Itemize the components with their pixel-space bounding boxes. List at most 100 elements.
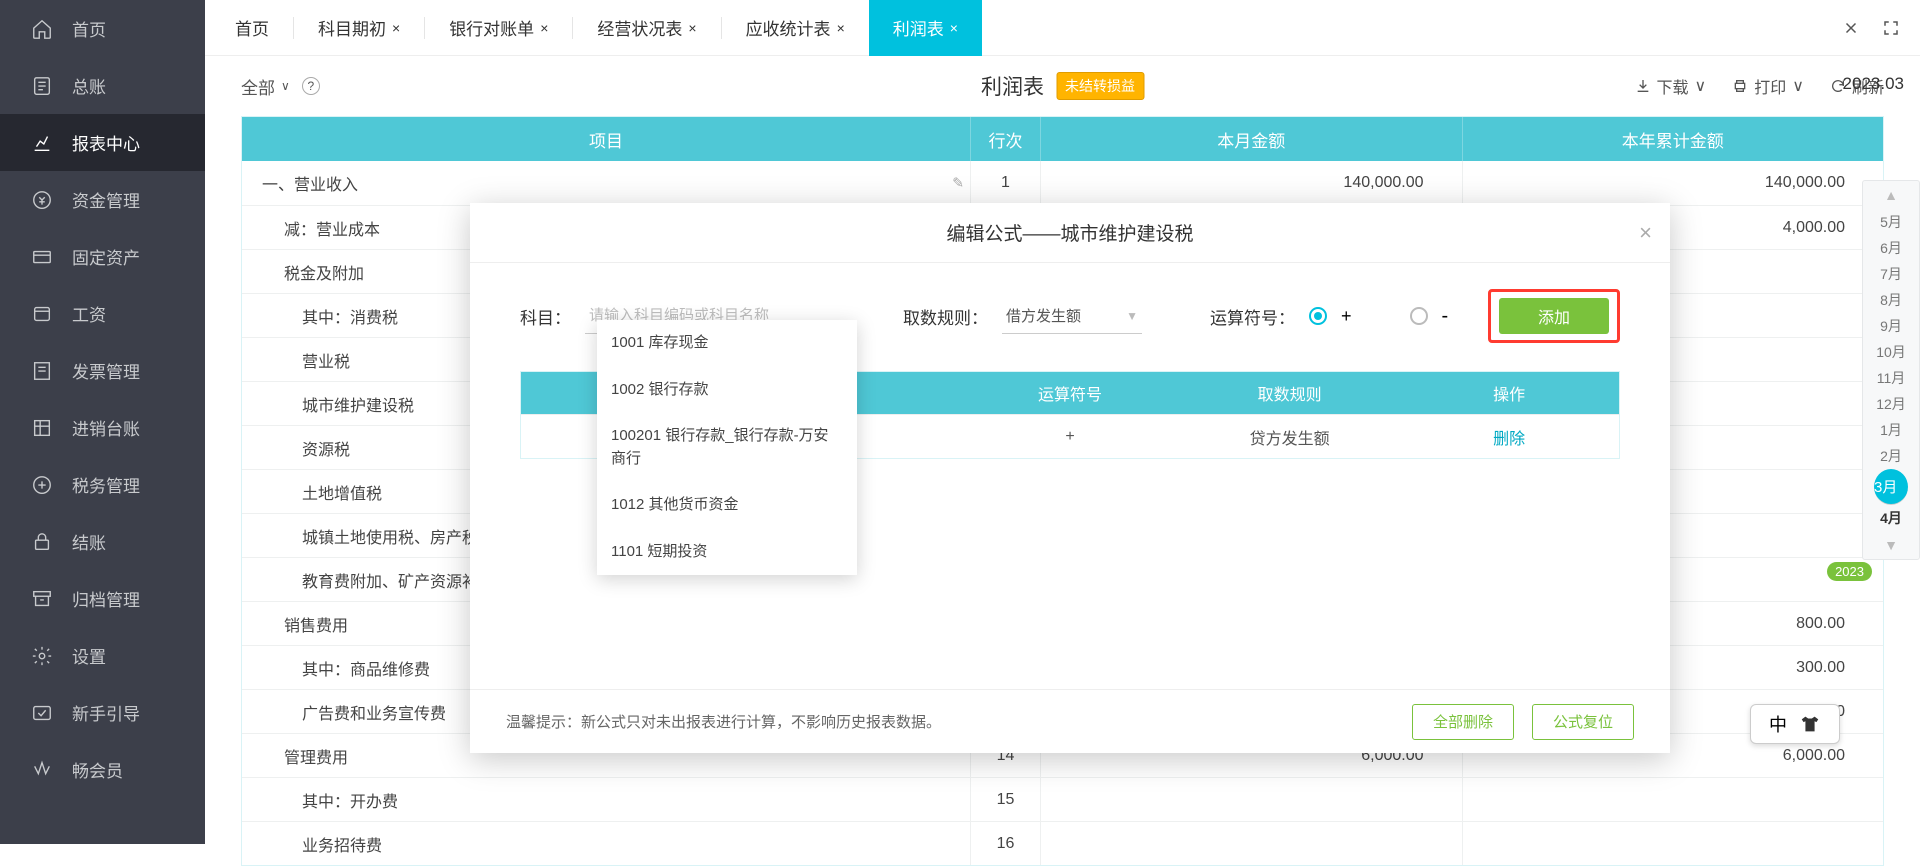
dropdown-option[interactable]: 1101 短期投资 [597,529,857,576]
month-option[interactable]: 10月 [1874,339,1908,365]
vip-icon [30,758,54,782]
add-button[interactable]: 添加 [1499,298,1609,334]
cell-year: 140,000.00 [1462,161,1884,205]
table-header: 项目 行次 本月金额 本年累计金额 [242,117,1883,161]
ime-indicator[interactable]: 中 [1750,704,1840,744]
modal-close-button[interactable]: × [1639,220,1652,246]
scroll-down-icon[interactable]: ▼ [1884,537,1898,553]
delete-link[interactable]: 删除 [1399,415,1619,458]
nav-assets[interactable]: 固定资产 [0,228,205,285]
shirt-icon [1799,713,1821,735]
nav-label: 结账 [72,529,106,554]
delete-all-button[interactable]: 全部删除 [1412,704,1514,740]
stock-icon [30,416,54,440]
cell-month: 140,000.00 [1040,161,1462,205]
nav-stock[interactable]: 进销台账 [0,399,205,456]
scroll-up-icon[interactable]: ▲ [1884,187,1898,203]
title-center: 利润表 未结转损益 [981,71,1144,101]
nav-funds[interactable]: 资金管理 [0,171,205,228]
col-row: 行次 [970,117,1040,161]
tab-receivable[interactable]: 应收统计表× [722,0,869,56]
chevron-down-icon: ∨ [281,79,290,93]
col-project: 项目 [242,117,970,161]
select-value: 借方发生额 [1006,305,1081,326]
radio-plus[interactable] [1309,307,1327,325]
month-option[interactable]: 12月 [1874,391,1908,417]
money-icon [30,188,54,212]
tab-operation[interactable]: 经营状况表× [573,0,720,56]
salary-icon [30,302,54,326]
tab-home[interactable]: 首页 [205,0,293,56]
month-option[interactable]: 5月 [1874,209,1908,235]
plus-label: + [1341,306,1352,327]
month-option[interactable]: 1月 [1874,417,1908,443]
subject-dropdown[interactable]: 1001 库存现金1002 银行存款100201 银行存款_银行存款-万安商行1… [597,320,857,575]
close-icon[interactable]: × [837,20,845,36]
reset-formula-button[interactable]: 公式复位 [1532,704,1634,740]
month-option[interactable]: 11月 [1874,365,1908,391]
filter-label: 全部 [241,74,275,99]
tab-bar: 首页 科目期初 × 银行对账单 × 经营状况表× 应收统计表× 利润表× [205,0,1920,56]
edit-icon[interactable]: ✎ [952,175,964,192]
current-period: 2023.03 [1839,56,1908,112]
cell-row: 1 [970,161,1040,205]
month-option[interactable]: 8月 [1874,287,1908,313]
invoice-icon [30,359,54,383]
col-month: 本月金额 [1040,117,1462,161]
tab-label: 银行对账单 [449,15,534,40]
nav-vip[interactable]: 畅会员 [0,741,205,798]
month-option[interactable]: 2月 [1874,443,1908,469]
nav-close[interactable]: 结账 [0,513,205,570]
cell-operator: + [960,415,1180,458]
nav-label: 资金管理 [72,187,140,212]
action-label: 下载 [1657,74,1689,98]
radio-minus[interactable] [1410,307,1428,325]
close-icon[interactable]: × [540,20,548,36]
nav-label: 设置 [72,643,106,668]
close-tabs-icon[interactable] [1840,17,1862,39]
fullscreen-icon[interactable] [1880,17,1902,39]
nav-tax[interactable]: 税务管理 [0,456,205,513]
add-highlight: 添加 [1488,289,1620,343]
nav-archive[interactable]: 归档管理 [0,570,205,627]
dropdown-option[interactable]: 1012 其他货币资金 [597,482,857,529]
close-icon[interactable]: × [392,20,400,36]
cell-month [1040,778,1462,821]
close-icon[interactable]: × [688,20,696,36]
tab-subject[interactable]: 科目期初 × [294,0,424,56]
modal-title: 编辑公式——城市维护建设税 [946,219,1193,246]
month-option[interactable]: 9月 [1874,313,1908,339]
nav-guide[interactable]: 新手引导 [0,684,205,741]
dropdown-option[interactable]: 1002 银行存款 [597,367,857,414]
month-option[interactable]: 6月 [1874,235,1908,261]
rule-select[interactable]: 借方发生额▼ [1002,298,1142,334]
print-button[interactable]: 打印∨ [1732,74,1804,98]
nav-settings[interactable]: 设置 [0,627,205,684]
nav-invoice[interactable]: 发票管理 [0,342,205,399]
table-row[interactable]: 其中：开办费15 [242,777,1883,821]
dropdown-option[interactable]: 1001 库存现金 [597,320,857,367]
nav-reports[interactable]: 报表中心 [0,114,205,171]
month-picker[interactable]: ▲ 5月6月7月8月9月10月11月12月1月2月3月4月 ▼ [1862,180,1920,560]
download-button[interactable]: 下载∨ [1635,74,1707,98]
tab-profit[interactable]: 利润表× [869,0,982,56]
sidebar: 首页 总账 报表中心 资金管理 固定资产 工资 发票管理 进销台账 税务管理 结… [0,0,205,844]
tab-bank[interactable]: 银行对账单 × [425,0,572,56]
tab-label: 科目期初 [318,15,386,40]
month-option[interactable]: 3月 [1874,469,1908,505]
dropdown-option[interactable]: 100201 银行存款_银行存款-万安商行 [597,413,857,482]
nav-salary[interactable]: 工资 [0,285,205,342]
month-option[interactable]: 4月 [1874,505,1908,531]
month-option[interactable]: 7月 [1874,261,1908,287]
filter-dropdown[interactable]: 全部 ∨ ? [241,74,320,99]
col-year: 本年累计金额 [1462,117,1884,161]
modal-header: 编辑公式——城市维护建设税 × [470,203,1670,263]
help-icon[interactable]: ? [302,77,320,95]
close-icon[interactable]: × [950,20,958,36]
table-row[interactable]: 一、营业收入✎1140,000.00140,000.00 [242,161,1883,205]
col-operator: 运算符号 [960,372,1180,414]
nav-ledger[interactable]: 总账 [0,57,205,114]
gear-icon [30,644,54,668]
table-row[interactable]: 业务招待费16 [242,821,1883,865]
nav-home[interactable]: 首页 [0,0,205,57]
